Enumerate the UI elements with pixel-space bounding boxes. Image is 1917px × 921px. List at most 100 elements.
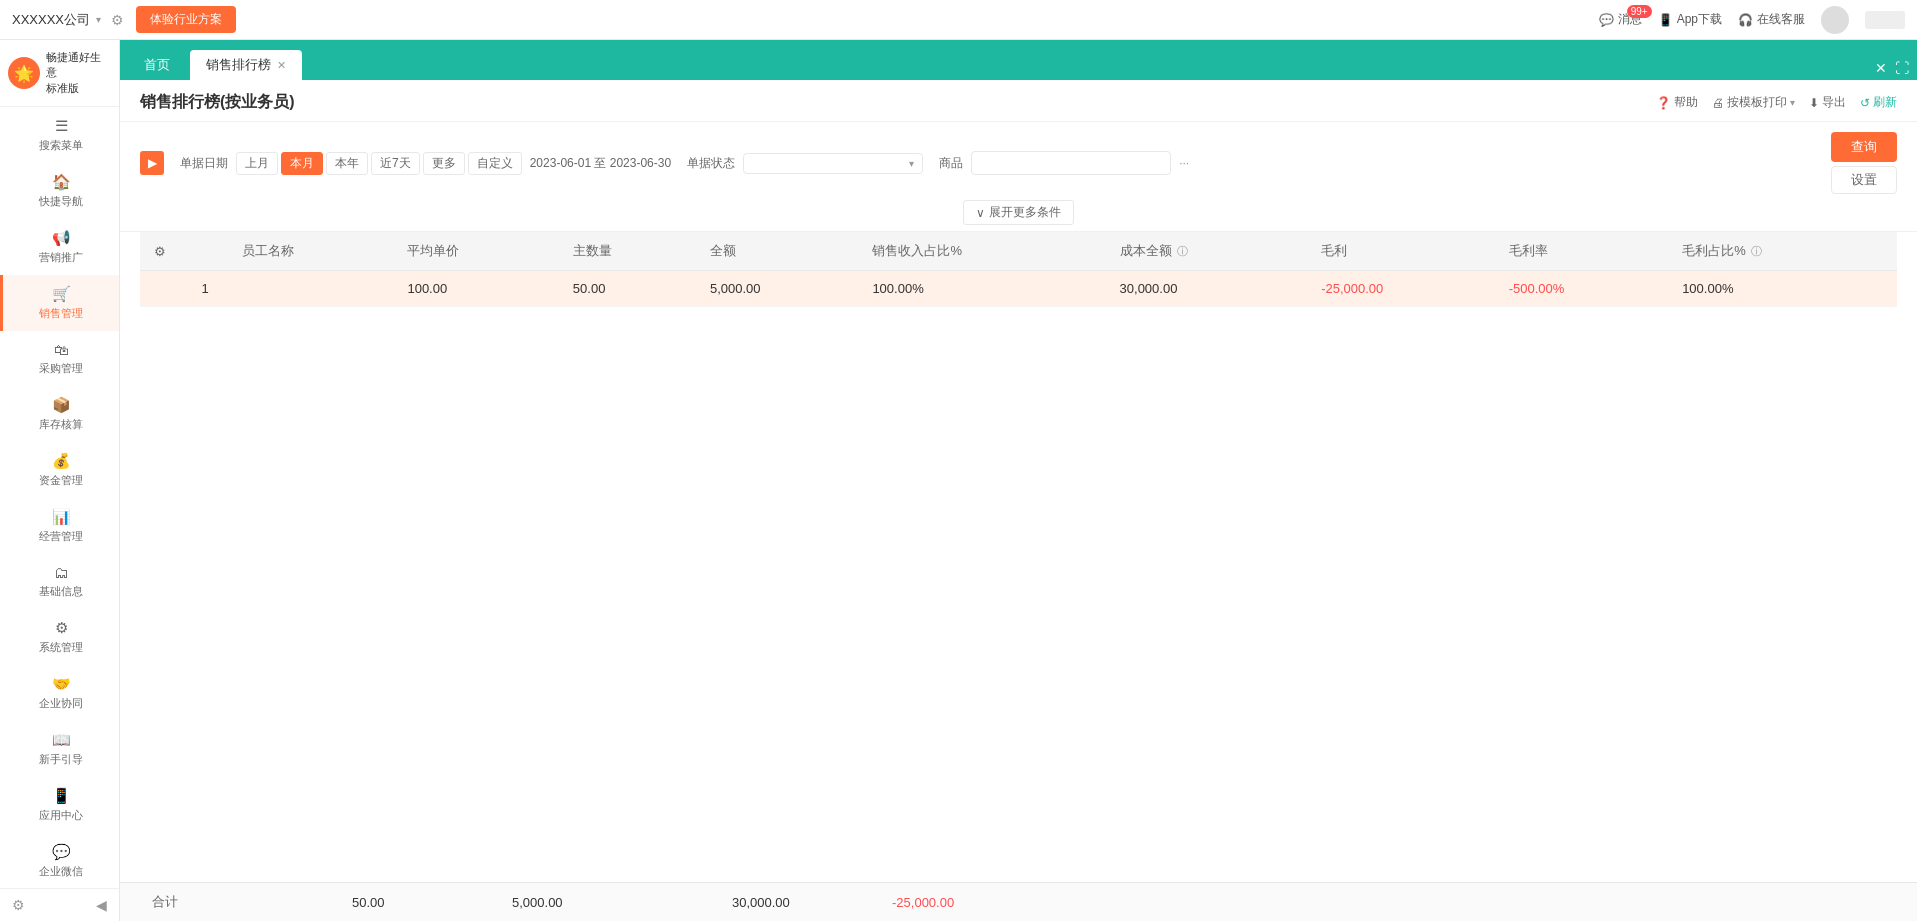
- query-btn[interactable]: 查询: [1831, 132, 1897, 162]
- date-btn-current-year[interactable]: 本年: [326, 152, 368, 175]
- sidebar-item-inventory[interactable]: 📦 库存核算: [0, 386, 119, 442]
- logo-icon: 🌟: [8, 57, 40, 89]
- basic-info-icon: 🗂: [54, 564, 69, 581]
- online-service-label: 在线客服: [1757, 11, 1805, 28]
- goods-search-input[interactable]: [980, 156, 1160, 170]
- settings-config-btn[interactable]: 设置: [1831, 166, 1897, 194]
- sidebar-item-operations[interactable]: 📊 经营管理: [0, 498, 119, 554]
- expand-down-icon: ∨: [976, 206, 985, 220]
- cell-name: [230, 271, 395, 307]
- col-sales-ratio-header: 销售收入占比%: [860, 232, 1107, 271]
- cost-info-icon[interactable]: ⓘ: [1177, 245, 1188, 257]
- sidebar-item-search-orders[interactable]: ☰ 搜索菜单: [0, 107, 119, 163]
- sidebar-item-enterprise-collab[interactable]: 🤝 企业协同: [0, 665, 119, 721]
- sidebar-settings-icon[interactable]: ⚙: [12, 897, 25, 913]
- app-download-btn[interactable]: 📱 App下载: [1658, 11, 1722, 28]
- refresh-btn[interactable]: ↺ 刷新: [1860, 94, 1897, 111]
- messages-btn[interactable]: 💬 消息 99+: [1599, 11, 1642, 28]
- footer-profit: -25,000.00: [892, 895, 1012, 910]
- avatar[interactable]: [1821, 6, 1849, 34]
- trial-btn[interactable]: 体验行业方案: [136, 6, 236, 33]
- col-avg-price-header: 平均单价: [395, 232, 560, 271]
- refresh-icon: ↺: [1860, 96, 1870, 110]
- col-amount-header: 全额: [698, 232, 860, 271]
- tab-sales-ranking[interactable]: 销售排行榜 ✕: [190, 50, 302, 80]
- date-btns: 上月 本月 本年 近7天 更多 自定义: [236, 152, 522, 175]
- table-wrapper: ⚙ 员工名称 平均单价 主数量 全额 销售收入占比% 成本全额 ⓘ 毛利: [120, 232, 1917, 882]
- sidebar-nav: ☰ 搜索菜单 🏠 快捷导航 📢 营销推广 🛒 销售管理 🛍 采购管理 📦: [0, 107, 119, 888]
- content-area: 首页 销售排行榜 ✕ ✕ ⛶ 销售排行榜(按业务员) ❓ 帮助: [120, 40, 1917, 921]
- logo-text: 畅捷通好生意 标准版: [46, 50, 111, 96]
- inventory-icon: 📦: [52, 396, 71, 414]
- phone-icon: 📱: [1658, 13, 1673, 27]
- date-btn-current-month[interactable]: 本月: [281, 152, 323, 175]
- sidebar-bottom: ⚙ ◀: [0, 888, 119, 921]
- operations-icon: 📊: [52, 508, 71, 526]
- status-select[interactable]: ▾: [743, 153, 923, 174]
- marketing-icon: 📢: [52, 229, 71, 247]
- cell-row-settings: [140, 271, 180, 307]
- filter-toggle-arrow[interactable]: ▶: [140, 151, 164, 175]
- window-close-icon[interactable]: ✕: [1875, 60, 1887, 76]
- sidebar-item-app-center[interactable]: 📱 应用中心: [0, 777, 119, 833]
- home-tab-label: 首页: [144, 56, 170, 74]
- cell-cost-amount: 30,000.00: [1108, 271, 1310, 307]
- cell-profit-rate: -500.00%: [1497, 271, 1670, 307]
- status-filter: 单据状态 ▾: [687, 153, 923, 174]
- online-service-btn[interactable]: 🎧 在线客服: [1738, 11, 1805, 28]
- company-selector[interactable]: XXXXXX公司 ▾: [12, 11, 101, 29]
- cell-profit-ratio: 100.00%: [1670, 271, 1897, 307]
- tab-home[interactable]: 首页: [128, 50, 186, 80]
- col-profit-ratio-header: 毛利占比% ⓘ: [1670, 232, 1897, 271]
- tab-close-icon[interactable]: ✕: [277, 59, 286, 72]
- footer-main-qty: 50.00: [352, 895, 472, 910]
- page-content: 销售排行榜(按业务员) ❓ 帮助 🖨 按模板打印 ▾ ⬇ 导出: [120, 80, 1917, 921]
- date-filter: 单据日期 上月 本月 本年 近7天 更多 自定义 2023-06-01 至 20…: [180, 152, 671, 175]
- sidebar-item-basic-info[interactable]: 🗂 基础信息: [0, 554, 119, 609]
- col-cost-amount-header: 成本全额 ⓘ: [1108, 232, 1310, 271]
- message-icon: 💬: [1599, 13, 1614, 27]
- filter-row-1: ▶ 单据日期 上月 本月 本年 近7天 更多 自定义 2023-06-01 至 …: [140, 132, 1897, 194]
- sidebar-item-finance[interactable]: 💰 资金管理: [0, 442, 119, 498]
- tab-bar: 首页 销售排行榜 ✕ ✕ ⛶: [120, 40, 1917, 80]
- sidebar-item-sales[interactable]: 🛒 销售管理: [0, 275, 119, 331]
- expand-label: 展开更多条件: [989, 204, 1061, 221]
- window-expand-icon[interactable]: ⛶: [1895, 60, 1909, 76]
- help-btn[interactable]: ❓ 帮助: [1656, 94, 1698, 111]
- headset-icon: 🎧: [1738, 13, 1753, 27]
- cell-profit: -25,000.00: [1309, 271, 1497, 307]
- col-settings-header[interactable]: ⚙: [140, 232, 180, 271]
- more-filters-icon[interactable]: ···: [1179, 156, 1189, 170]
- collab-icon: 🤝: [52, 675, 71, 693]
- message-badge: 99+: [1627, 5, 1652, 18]
- sidebar-item-enterprise-wechat[interactable]: 💬 企业微信: [0, 833, 119, 888]
- goods-filter: 商品 ···: [939, 151, 1189, 175]
- sidebar-item-system[interactable]: ⚙ 系统管理: [0, 609, 119, 665]
- page-actions: ❓ 帮助 🖨 按模板打印 ▾ ⬇ 导出 ↺ 刷新: [1656, 94, 1897, 111]
- status-filter-label: 单据状态: [687, 155, 735, 172]
- date-btn-more[interactable]: 更多: [423, 152, 465, 175]
- sidebar-item-purchase[interactable]: 🛍 采购管理: [0, 331, 119, 386]
- app-download-label: App下载: [1677, 11, 1722, 28]
- sidebar-item-marketing[interactable]: 📢 营销推广: [0, 219, 119, 275]
- page-title: 销售排行榜(按业务员): [140, 92, 295, 113]
- settings-gear-icon[interactable]: ⚙: [111, 12, 124, 28]
- home-icon: 🏠: [52, 173, 71, 191]
- sidebar-collapse-icon[interactable]: ◀: [96, 897, 107, 913]
- sidebar-item-beginner-guide[interactable]: 📖 新手引导: [0, 721, 119, 777]
- date-btn-last-month[interactable]: 上月: [236, 152, 278, 175]
- page-header: 销售排行榜(按业务员) ❓ 帮助 🖨 按模板打印 ▾ ⬇ 导出: [120, 80, 1917, 122]
- expand-conditions-btn[interactable]: ∨ 展开更多条件: [963, 200, 1074, 225]
- sidebar: 🌟 畅捷通好生意 标准版 ☰ 搜索菜单 🏠 快捷导航 📢 营销推广 🛒 销售管理: [0, 40, 120, 921]
- sidebar-item-quick-nav[interactable]: 🏠 快捷导航: [0, 163, 119, 219]
- col-name-header: 员工名称: [230, 232, 395, 271]
- expand-conditions-row: ∨ 展开更多条件: [140, 194, 1897, 231]
- goods-filter-label: 商品: [939, 155, 963, 172]
- date-btn-last-7-days[interactable]: 近7天: [371, 152, 420, 175]
- date-btn-custom[interactable]: 自定义: [468, 152, 522, 175]
- export-btn[interactable]: ⬇ 导出: [1809, 94, 1846, 111]
- company-chevron-icon: ▾: [96, 14, 101, 25]
- profit-ratio-info-icon[interactable]: ⓘ: [1751, 245, 1762, 257]
- template-print-btn[interactable]: 🖨 按模板打印 ▾: [1712, 94, 1795, 111]
- search-orders-icon: ☰: [55, 117, 68, 135]
